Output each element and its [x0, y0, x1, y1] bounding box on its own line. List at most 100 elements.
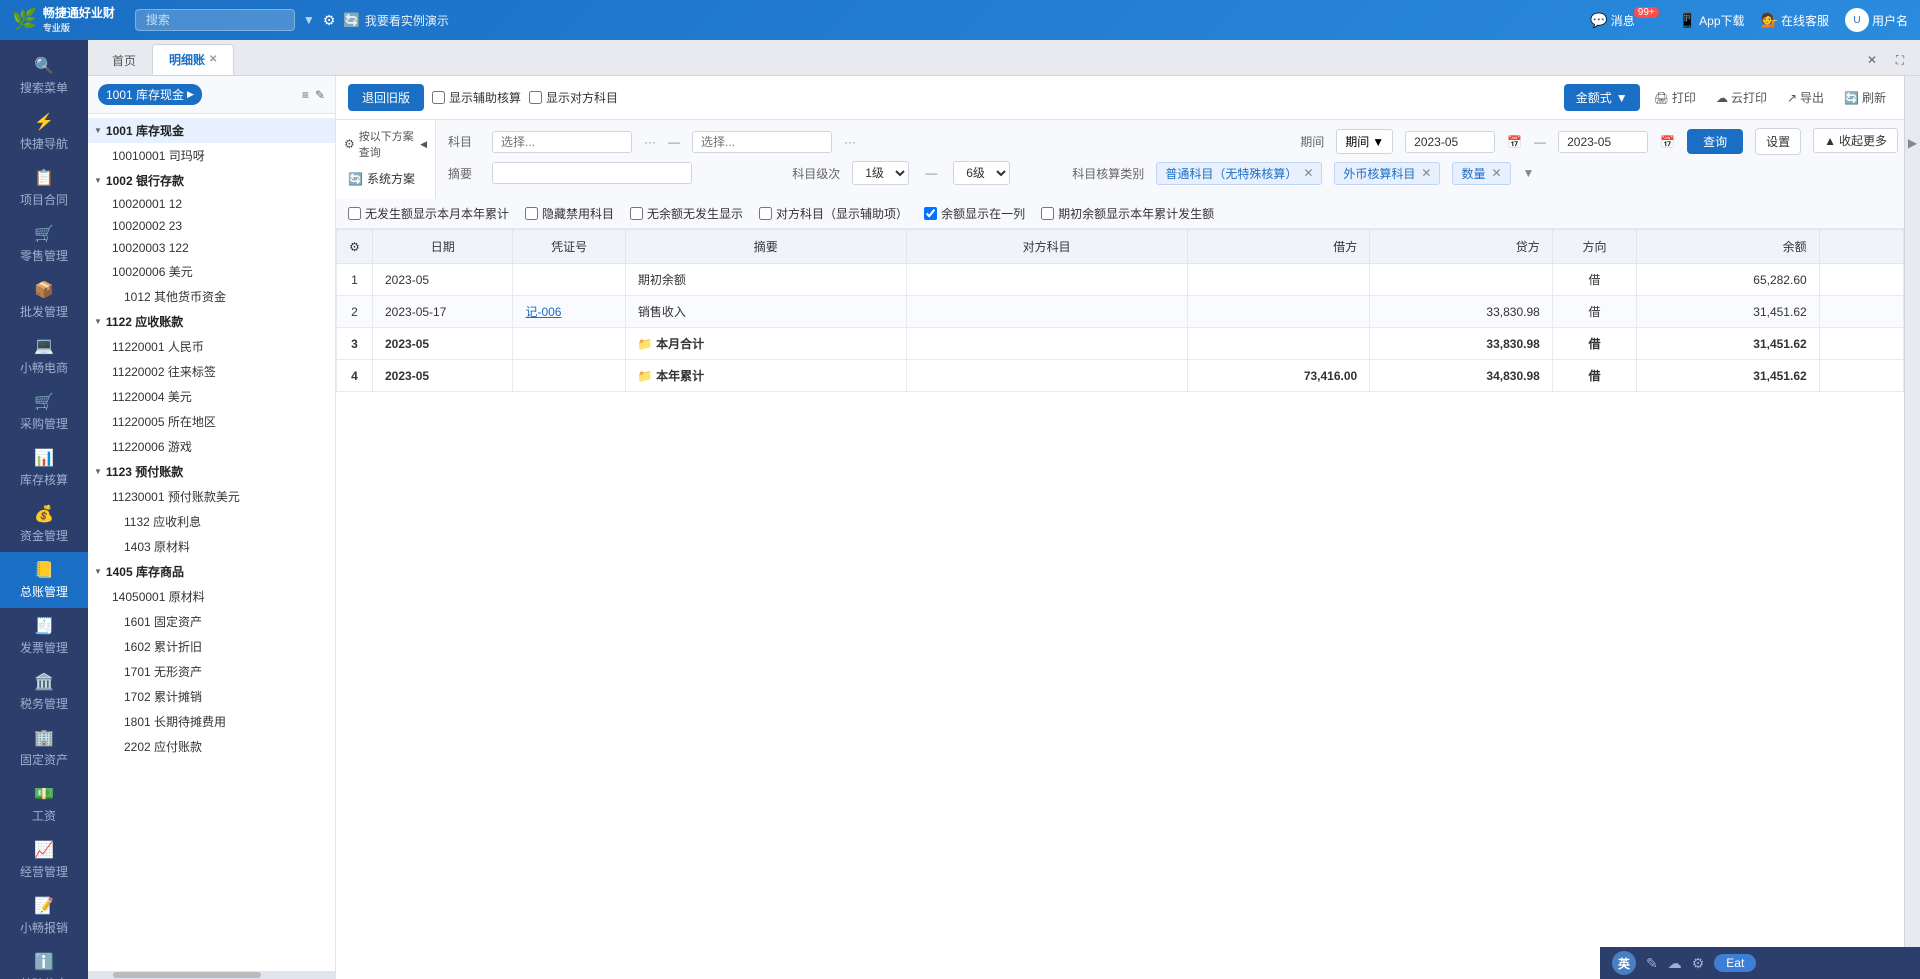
- sidebar-item-search[interactable]: 🔍 搜索菜单: [0, 48, 88, 104]
- window-close-btn[interactable]: ✕: [1860, 48, 1884, 72]
- top-search-input[interactable]: [135, 9, 295, 31]
- show-contra-checkbox-label[interactable]: 显示对方科目: [529, 89, 618, 106]
- message-btn[interactable]: 💬 消息 99+: [1590, 12, 1662, 29]
- tree-item-1122[interactable]: ▼ 1122 应收账款: [88, 309, 335, 334]
- tree-scrollbar-h[interactable]: [88, 971, 335, 979]
- sidebar-item-ledger[interactable]: 📒 总账管理: [0, 552, 88, 608]
- tree-item-11220004[interactable]: 11220004 美元: [88, 384, 335, 409]
- sidebar-item-purchase[interactable]: 🛒 采购管理: [0, 384, 88, 440]
- sidebar-item-operation[interactable]: 📈 经营管理: [0, 832, 88, 888]
- sidebar-item-quicknav[interactable]: ⚡ 快捷导航: [0, 104, 88, 160]
- expand-more-btn[interactable]: ▲ 收起更多: [1813, 128, 1898, 153]
- subject-end-input[interactable]: [692, 131, 832, 153]
- edit-bottom-icon[interactable]: ✎: [1646, 955, 1658, 972]
- settings-bottom-icon2[interactable]: ⚙: [1692, 955, 1705, 972]
- tree-item-1132[interactable]: 1132 应收利息: [88, 509, 335, 534]
- period-calendar-icon[interactable]: 📅: [1507, 135, 1522, 149]
- contra-subject-checkbox[interactable]: [759, 207, 772, 220]
- lang-btn[interactable]: 英: [1612, 951, 1636, 975]
- init-balance-checkbox[interactable]: [1041, 207, 1054, 220]
- tag-remove-icon[interactable]: ✕: [1421, 166, 1431, 180]
- period-start-input[interactable]: [1405, 131, 1495, 153]
- sidebar-item-project[interactable]: 📋 项目合同: [0, 160, 88, 216]
- scheme-header[interactable]: ⚙ 按以下方案查询 ◀: [344, 128, 427, 160]
- tree-item-1405[interactable]: ▼ 1405 库存商品: [88, 559, 335, 584]
- back-old-version-btn[interactable]: 退回旧版: [348, 84, 424, 111]
- init-balance-label[interactable]: 期初余额显示本年累计发生额: [1041, 205, 1214, 222]
- tree-item-11220005[interactable]: 11220005 所在地区: [88, 409, 335, 434]
- sidebar-item-salary[interactable]: 💵 工资: [0, 776, 88, 832]
- sidebar-item-assets[interactable]: 🏢 固定资产: [0, 720, 88, 776]
- tag-remove-icon[interactable]: ✕: [1491, 166, 1501, 180]
- sidebar-item-invoice[interactable]: 🧾 发票管理: [0, 608, 88, 664]
- sidebar-item-retail[interactable]: 🛒 零售管理: [0, 216, 88, 272]
- period-end-input[interactable]: [1558, 131, 1648, 153]
- right-collapse-panel[interactable]: ▶: [1904, 76, 1920, 979]
- tree-item-1001[interactable]: ▼ 1001 库存现金: [88, 118, 335, 143]
- subject-start-input[interactable]: [492, 131, 632, 153]
- sidebar-item-basic[interactable]: ℹ️ 基础信息: [0, 944, 88, 979]
- quantity-dropdown-icon[interactable]: ▼: [1523, 166, 1535, 180]
- tree-item-10020003[interactable]: 10020003 122: [88, 237, 335, 259]
- tag-remove-icon[interactable]: ✕: [1303, 166, 1313, 180]
- tab-close-icon[interactable]: ✕: [209, 54, 217, 65]
- period-calendar-icon2[interactable]: 📅: [1660, 135, 1675, 149]
- hide-disabled-checkbox[interactable]: [525, 207, 538, 220]
- tree-item-11220006[interactable]: 11220006 游戏: [88, 434, 335, 459]
- export-btn[interactable]: ↗ 导出: [1781, 85, 1830, 110]
- user-info-btn[interactable]: U 用户名: [1845, 8, 1908, 32]
- tree-item-2202[interactable]: 2202 应付账款: [88, 734, 335, 759]
- tree-item-10020002[interactable]: 10020002 23: [88, 215, 335, 237]
- no-balance-label[interactable]: 无发生额显示本月本年累计: [348, 205, 509, 222]
- tab-home[interactable]: 首页: [96, 46, 152, 75]
- query-btn[interactable]: 查询: [1687, 129, 1743, 154]
- tab-ledger[interactable]: 明细账 ✕: [152, 44, 234, 75]
- summary-input[interactable]: [492, 162, 692, 184]
- filter-settings-btn[interactable]: 设置: [1755, 128, 1801, 155]
- settings-icon[interactable]: ⚙: [323, 12, 336, 29]
- tree-item-10010001[interactable]: 10010001 司玛呀: [88, 143, 335, 168]
- online-service-btn[interactable]: 💁 在线客服: [1761, 12, 1829, 29]
- app-download-btn[interactable]: 📱 App下载: [1679, 12, 1745, 29]
- refresh-btn[interactable]: 🔄 刷新: [1838, 85, 1892, 110]
- tag-quantity[interactable]: 数量 ✕: [1452, 162, 1510, 185]
- tree-item-1403[interactable]: 1403 原材料: [88, 534, 335, 559]
- col-settings[interactable]: ⚙: [337, 230, 373, 264]
- show-aux-checkbox[interactable]: [432, 91, 445, 104]
- level-end-select[interactable]: 6级1级2级3级4级5级: [953, 161, 1010, 185]
- tree-item-11220001[interactable]: 11220001 人民币: [88, 334, 335, 359]
- tree-item-1702[interactable]: 1702 累计摊销: [88, 684, 335, 709]
- eat-btn[interactable]: Eat: [1714, 954, 1756, 972]
- level-start-select[interactable]: 1级2级3级4级5级6级: [852, 161, 909, 185]
- tree-item-10020001[interactable]: 10020001 12: [88, 193, 335, 215]
- sidebar-item-ecommerce[interactable]: 💻 小畅电商: [0, 328, 88, 384]
- voucher-link[interactable]: 记-006: [525, 305, 561, 319]
- sidebar-item-tax[interactable]: 🏛️ 税务管理: [0, 664, 88, 720]
- tree-item-1002[interactable]: ▼ 1002 银行存款: [88, 168, 335, 193]
- search-expand-icon[interactable]: ▼: [303, 13, 315, 27]
- balance-one-col-checkbox[interactable]: [924, 207, 937, 220]
- tree-item-1123[interactable]: ▼ 1123 预付账款: [88, 459, 335, 484]
- tree-item-1601[interactable]: 1601 固定资产: [88, 609, 335, 634]
- tree-item-1801[interactable]: 1801 长期待摊费用: [88, 709, 335, 734]
- system-scheme-item[interactable]: 🔄 系统方案: [344, 166, 427, 191]
- sidebar-item-wholesale[interactable]: 📦 批发管理: [0, 272, 88, 328]
- print-btn[interactable]: 🖨 打印: [1648, 85, 1702, 110]
- hide-disabled-label[interactable]: 隐藏禁用科目: [525, 205, 614, 222]
- window-maximize-btn[interactable]: ⛶: [1888, 48, 1912, 72]
- list-icon[interactable]: ≡: [302, 88, 309, 102]
- sidebar-item-expense[interactable]: 📝 小畅报销: [0, 888, 88, 944]
- subject-badge[interactable]: 1001 库存现金 ▶: [98, 84, 202, 105]
- tree-item-1602[interactable]: 1602 累计折旧: [88, 634, 335, 659]
- tag-normal[interactable]: 普通科目（无特殊核算） ✕: [1156, 162, 1322, 185]
- show-contra-checkbox[interactable]: [529, 91, 542, 104]
- cloud-print-btn[interactable]: ☁ 云打印: [1710, 85, 1773, 110]
- demo-link[interactable]: 🔄 我要看实例演示: [343, 12, 448, 29]
- amount-format-btn[interactable]: 金额式 ▼: [1564, 84, 1640, 111]
- tree-item-11220002[interactable]: 11220002 往来标签: [88, 359, 335, 384]
- sidebar-item-inventory[interactable]: 📊 库存核算: [0, 440, 88, 496]
- show-aux-checkbox-label[interactable]: 显示辅助核算: [432, 89, 521, 106]
- tree-item-11230001[interactable]: 11230001 预付账款美元: [88, 484, 335, 509]
- tree-item-1012[interactable]: 1012 其他货币资金: [88, 284, 335, 309]
- balance-one-col-label[interactable]: 余额显示在一列: [924, 205, 1025, 222]
